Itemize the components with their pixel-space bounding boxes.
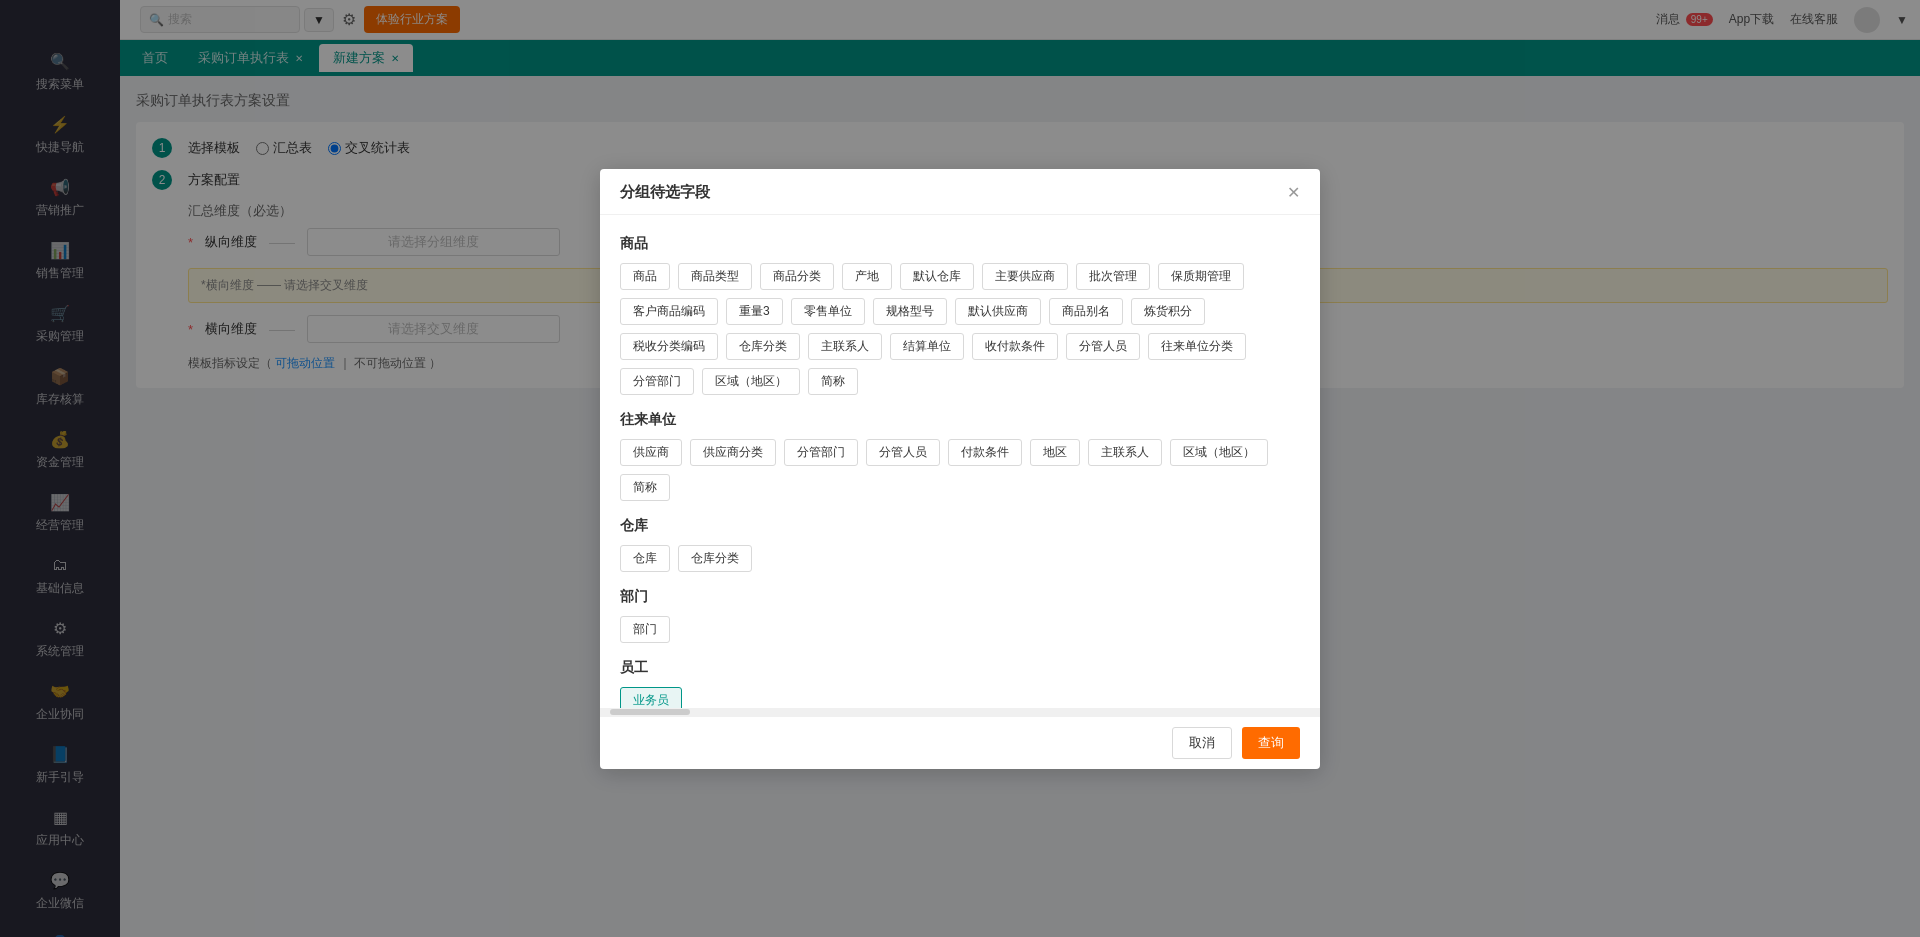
partner-group-title: 往来单位 [620, 411, 1300, 429]
department-group-title: 部门 [620, 588, 1300, 606]
cancel-button[interactable]: 取消 [1172, 727, 1232, 759]
field-tag-warehouse-category[interactable]: 仓库分类 [726, 333, 800, 360]
field-tag-settlement-unit[interactable]: 结算单位 [890, 333, 964, 360]
employee-group-title: 员工 [620, 659, 1300, 677]
confirm-button[interactable]: 查询 [1242, 727, 1300, 759]
partner-tags: 供应商 供应商分类 分管部门 分管人员 付款条件 地区 主联系人 区域（地区） … [620, 439, 1300, 501]
employee-tags: 业务员 [620, 687, 1300, 708]
modal-footer: 取消 查询 [600, 716, 1320, 769]
field-tag-area[interactable]: 地区 [1030, 439, 1080, 466]
modal-close-icon[interactable]: ✕ [1287, 183, 1300, 202]
field-tag-warehouse[interactable]: 仓库 [620, 545, 670, 572]
modal-overlay[interactable]: 分组待选字段 ✕ 商品 商品 商品类型 商品分类 产地 默认仓库 主要供应商 批… [0, 0, 1920, 937]
product-tags: 商品 商品类型 商品分类 产地 默认仓库 主要供应商 批次管理 保质期管理 客户… [620, 263, 1300, 395]
field-tag-product-category[interactable]: 商品分类 [760, 263, 834, 290]
field-tag-abbreviation-partner[interactable]: 简称 [620, 474, 670, 501]
field-tag-partner-category[interactable]: 往来单位分类 [1148, 333, 1246, 360]
field-tag-default-warehouse[interactable]: 默认仓库 [900, 263, 974, 290]
modal-body: 商品 商品 商品类型 商品分类 产地 默认仓库 主要供应商 批次管理 保质期管理… [600, 215, 1320, 708]
field-tag-abbreviation-product[interactable]: 简称 [808, 368, 858, 395]
field-select-modal: 分组待选字段 ✕ 商品 商品 商品类型 商品分类 产地 默认仓库 主要供应商 批… [600, 169, 1320, 769]
warehouse-tags: 仓库 仓库分类 [620, 545, 1300, 572]
field-tag-region-partner[interactable]: 区域（地区） [1170, 439, 1268, 466]
department-tags: 部门 [620, 616, 1300, 643]
field-tag-region-product[interactable]: 区域（地区） [702, 368, 800, 395]
field-tag-retail-unit[interactable]: 零售单位 [791, 298, 865, 325]
field-tag-expiry-management[interactable]: 保质期管理 [1158, 263, 1244, 290]
field-tag-product-alias[interactable]: 商品别名 [1049, 298, 1123, 325]
modal-hscroll-thumb [610, 709, 690, 715]
field-group-employee: 员工 业务员 [620, 659, 1300, 708]
field-tag-default-supplier[interactable]: 默认供应商 [955, 298, 1041, 325]
field-tag-supervisor[interactable]: 分管人员 [1066, 333, 1140, 360]
field-tag-dept-partner[interactable]: 分管部门 [784, 439, 858, 466]
field-tag-main-contact[interactable]: 主联系人 [808, 333, 882, 360]
modal-header: 分组待选字段 ✕ [600, 169, 1320, 215]
field-tag-product[interactable]: 商品 [620, 263, 670, 290]
field-tag-origin[interactable]: 产地 [842, 263, 892, 290]
field-tag-payment-terms[interactable]: 收付款条件 [972, 333, 1058, 360]
field-tag-weight3[interactable]: 重量3 [726, 298, 783, 325]
field-tag-supplier[interactable]: 供应商 [620, 439, 682, 466]
modal-title: 分组待选字段 [620, 183, 710, 202]
field-tag-batch-management[interactable]: 批次管理 [1076, 263, 1150, 290]
field-group-warehouse: 仓库 仓库 仓库分类 [620, 517, 1300, 572]
field-tag-department[interactable]: 部门 [620, 616, 670, 643]
field-tag-person-partner[interactable]: 分管人员 [866, 439, 940, 466]
field-group-product: 商品 商品 商品类型 商品分类 产地 默认仓库 主要供应商 批次管理 保质期管理… [620, 235, 1300, 395]
field-tag-payment-condition[interactable]: 付款条件 [948, 439, 1022, 466]
field-tag-product-type[interactable]: 商品类型 [678, 263, 752, 290]
field-tag-main-supplier[interactable]: 主要供应商 [982, 263, 1068, 290]
field-group-department: 部门 部门 [620, 588, 1300, 643]
field-tag-tax-code[interactable]: 税收分类编码 [620, 333, 718, 360]
field-tag-spec-model[interactable]: 规格型号 [873, 298, 947, 325]
field-tag-refine-points[interactable]: 炼货积分 [1131, 298, 1205, 325]
modal-horizontal-scrollbar[interactable] [600, 708, 1320, 716]
field-tag-salesperson[interactable]: 业务员 [620, 687, 682, 708]
field-tag-customer-product-code[interactable]: 客户商品编码 [620, 298, 718, 325]
product-group-title: 商品 [620, 235, 1300, 253]
field-tag-main-contact-partner[interactable]: 主联系人 [1088, 439, 1162, 466]
field-group-partner: 往来单位 供应商 供应商分类 分管部门 分管人员 付款条件 地区 主联系人 区域… [620, 411, 1300, 501]
field-tag-warehouse-type[interactable]: 仓库分类 [678, 545, 752, 572]
field-tag-supervise-dept[interactable]: 分管部门 [620, 368, 694, 395]
warehouse-group-title: 仓库 [620, 517, 1300, 535]
field-tag-supplier-category[interactable]: 供应商分类 [690, 439, 776, 466]
